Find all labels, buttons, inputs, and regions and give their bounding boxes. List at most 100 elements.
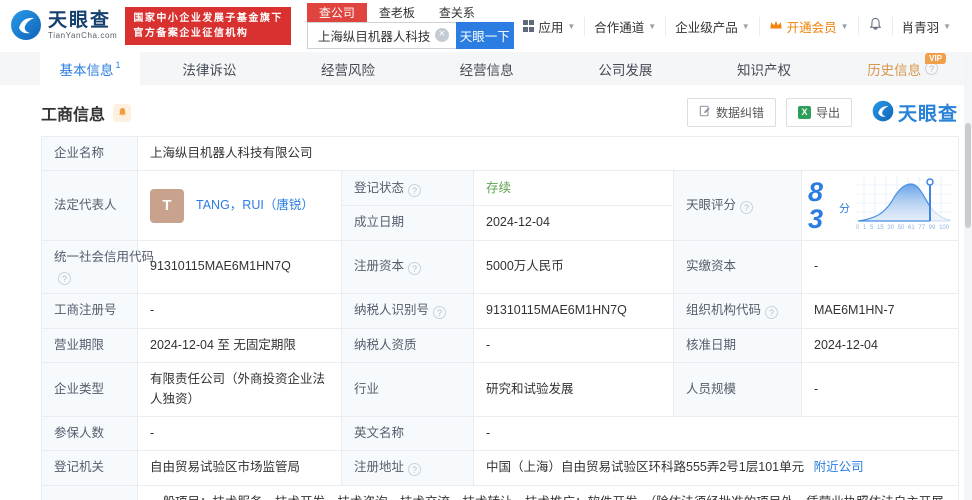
brand-name: 天眼查 [48, 11, 117, 32]
nearby-companies-link[interactable]: 附近公司 [814, 460, 864, 474]
field-label-industry: 行业 [342, 363, 474, 417]
subscribe-bell-icon[interactable] [113, 104, 131, 122]
score-value: 83 [808, 179, 835, 233]
table-row: 工商注册号 - 纳税人识别号 91310115MAE6M1HN7Q 组织机构代码… [42, 294, 959, 328]
field-label-authority: 登记机关 [42, 451, 138, 485]
field-label-score: 天眼评分 [674, 171, 802, 240]
nav-apps[interactable]: 应用 [514, 17, 584, 36]
page-scrollbar[interactable] [964, 55, 972, 500]
chevron-down-icon [567, 22, 575, 31]
field-label-company-name: 企业名称 [42, 137, 138, 171]
table-row: 营业期限 2024-12-04 至 无固定期限 纳税人资质 - 核准日期 202… [42, 328, 959, 362]
help-icon[interactable] [408, 262, 421, 275]
field-label-status: 登记状态 [342, 171, 474, 206]
field-label-established: 成立日期 [342, 206, 474, 241]
field-value-company-type: 有限责任公司（外商投资企业法人独资） [138, 363, 342, 417]
field-label-uscc: 统一社会信用代码 [42, 240, 138, 294]
field-value-english-name: - [474, 416, 959, 450]
scrollbar-thumb[interactable] [965, 123, 971, 228]
help-icon[interactable] [408, 184, 421, 197]
tab-business-info[interactable]: 经营信息 [417, 52, 556, 85]
nav-notifications[interactable] [858, 17, 892, 35]
field-value-staff-size: - [802, 363, 959, 417]
field-value-tax-quality: - [474, 328, 674, 362]
score-unit: 分 [839, 201, 850, 218]
field-value-industry: 研究和试验发展 [474, 363, 674, 417]
table-row: 法定代表人 T TANG，RUI（唐锐） 登记状态 存续 天眼评分 83 分 [42, 171, 959, 206]
chevron-down-icon [943, 22, 951, 31]
field-value-tax-id: 91310115MAE6M1HN7Q [474, 294, 674, 328]
legal-rep-link[interactable]: TANG，RUI（唐锐） [196, 196, 314, 215]
search-input[interactable] [307, 22, 456, 49]
field-label-tax-id: 纳税人识别号 [342, 294, 474, 328]
section-header: 工商信息 数据纠错 导出 天眼查 [0, 85, 972, 136]
field-label-legal-rep: 法定代表人 [42, 171, 138, 240]
field-value-address: 中国（上海）自由贸易试验区环科路555弄2号1层101单元 附近公司 [474, 451, 959, 485]
nav-partner-channel[interactable]: 合作通道 [584, 17, 665, 36]
tab-basic-info[interactable]: 基本信息1 [40, 52, 140, 85]
search-tab-boss[interactable]: 查老板 [367, 3, 427, 22]
help-icon[interactable] [433, 306, 446, 319]
company-tabbar: 基本信息1 法律诉讼 经营风险 经营信息 公司发展 知识产权 VIP 历史信息 [0, 52, 972, 85]
help-icon[interactable] [765, 306, 778, 319]
field-value-term: 2024-12-04 至 无固定期限 [138, 328, 342, 362]
help-icon[interactable] [740, 201, 753, 214]
field-value-uscc: 91310115MAE6M1HN7Q [138, 240, 342, 294]
table-row: 企业名称 上海纵目机器人科技有限公司 [42, 137, 959, 171]
field-label-approve-date: 核准日期 [674, 328, 802, 362]
field-label-tax-quality: 纳税人资质 [342, 328, 474, 362]
field-value-insured: - [138, 416, 342, 450]
tab-operating-risk[interactable]: 经营风险 [279, 52, 418, 85]
help-icon[interactable] [58, 272, 71, 285]
field-value-business-scope: 一般项目：技术服务、技术开发、技术咨询、技术交流、技术转让、技术推广；软件开发。… [138, 485, 959, 500]
tianyancha-swirl-icon [10, 9, 42, 44]
score-axis-ticks: 0 1 5 15 30 50 61 77 99 100 [856, 224, 952, 233]
field-value-score: 83 分 [802, 171, 959, 240]
nav-enterprise-products[interactable]: 企业级产品 [665, 17, 758, 36]
tab-history-info[interactable]: VIP 历史信息 [833, 52, 972, 85]
clear-search-icon[interactable] [435, 28, 449, 42]
correction-doc-icon [699, 105, 711, 120]
field-label-address: 注册地址 [342, 451, 474, 485]
tabbar-spacer [0, 52, 40, 85]
data-correction-button[interactable]: 数据纠错 [687, 98, 776, 127]
score-distribution-chart[interactable]: 0 1 5 15 30 50 61 77 99 100 [856, 177, 952, 233]
tab-company-development[interactable]: 公司发展 [556, 52, 695, 85]
excel-icon [798, 106, 811, 119]
export-button[interactable]: 导出 [786, 98, 852, 127]
field-label-paid-capital: 实缴资本 [674, 240, 802, 294]
tab-legal-proceedings[interactable]: 法律诉讼 [140, 52, 279, 85]
nav-user-menu[interactable]: 肖青羽 [892, 17, 960, 36]
search-area: 查公司 查老板 查关系 天眼一下 [307, 3, 514, 49]
field-value-paid-capital: - [802, 240, 959, 294]
chevron-down-icon [742, 22, 750, 31]
field-value-reg-no: - [138, 294, 342, 328]
field-value-status: 存续 [474, 171, 674, 206]
field-label-insured: 参保人数 [42, 416, 138, 450]
bell-icon [868, 17, 883, 35]
legal-rep-avatar[interactable]: T [150, 189, 184, 223]
brand-domain: TianYanCha.com [48, 32, 117, 41]
nav-open-vip[interactable]: 开通会员 [759, 17, 858, 36]
search-tab-relation[interactable]: 查关系 [427, 3, 487, 22]
top-navigation: 应用 合作通道 企业级产品 开通会员 肖青羽 [514, 17, 960, 36]
tianyancha-logo[interactable]: 天眼查 TianYanCha.com [10, 9, 117, 44]
field-value-org-code: MAE6M1HN-7 [802, 294, 959, 328]
field-label-company-type: 企业类型 [42, 363, 138, 417]
field-label-reg-no: 工商注册号 [42, 294, 138, 328]
tianyancha-swirl-icon [872, 100, 894, 125]
field-label-term: 营业期限 [42, 328, 138, 362]
search-button[interactable]: 天眼一下 [456, 22, 514, 49]
crown-icon [769, 19, 783, 33]
apps-grid-icon [523, 20, 535, 32]
table-row: 登记机关 自由贸易试验区市场监管局 注册地址 中国（上海）自由贸易试验区环科路5… [42, 451, 959, 485]
field-value-authority: 自由贸易试验区市场监管局 [138, 451, 342, 485]
help-icon[interactable] [408, 463, 421, 476]
search-tab-company[interactable]: 查公司 [307, 3, 367, 22]
field-value-approve-date: 2024-12-04 [802, 328, 959, 362]
top-header: 天眼查 TianYanCha.com 国家中小企业发展子基金旗下 官方备案企业征… [0, 0, 972, 52]
chevron-down-icon [841, 22, 849, 31]
table-row: 参保人数 - 英文名称 - [42, 416, 959, 450]
tab-intellectual-property[interactable]: 知识产权 [695, 52, 834, 85]
tab-count-badge: 1 [115, 60, 120, 70]
